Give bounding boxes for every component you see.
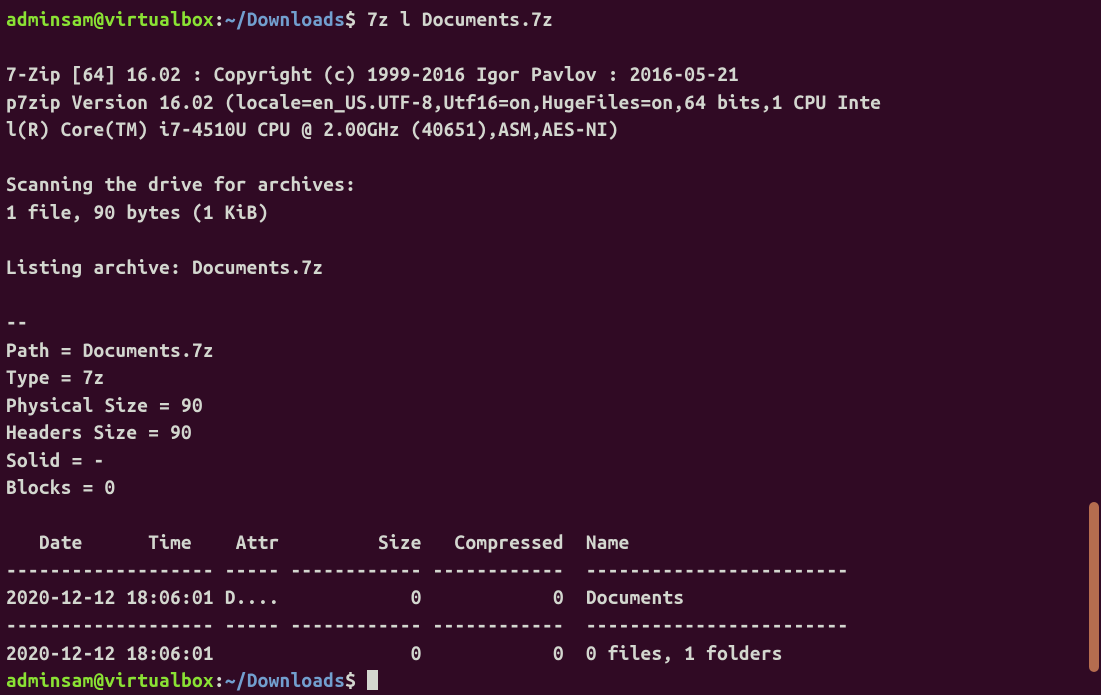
output-line: Scanning the drive for archives: <box>6 173 356 195</box>
scrollbar-thumb[interactable] <box>1089 502 1099 672</box>
output-line: Type = 7z <box>6 366 104 388</box>
output-line: 1 file, 90 bytes (1 KiB) <box>6 201 269 223</box>
output-line: l(R) Core(TM) i7-4510U CPU @ 2.00GHz (40… <box>6 118 619 140</box>
output-line: Listing archive: Documents.7z <box>6 256 323 278</box>
output-line: Physical Size = 90 <box>6 394 203 416</box>
table-row: 2020-12-12 18:06:01 D.... 0 0 Documents <box>6 586 684 608</box>
prompt-user-host: adminsam@virtualbox <box>6 8 214 30</box>
prompt-dollar: $ <box>345 8 367 30</box>
output-line: Headers Size = 90 <box>6 421 192 443</box>
output-line: 7-Zip [64] 16.02 : Copyright (c) 1999-20… <box>6 63 739 85</box>
output-line: Path = Documents.7z <box>6 339 214 361</box>
table-row: 2020-12-12 18:06:01 0 0 0 files, 1 folde… <box>6 642 783 664</box>
command-text: 7z l Documents.7z <box>367 8 553 30</box>
prompt-colon: : <box>214 8 225 30</box>
terminal-output[interactable]: adminsam@virtualbox:~/Downloads$ 7z l Do… <box>6 6 1095 695</box>
prompt-user-host: adminsam@virtualbox <box>6 669 214 691</box>
table-header: Date Time Attr Size Compressed Name <box>6 531 630 553</box>
table-separator: ------------------- ----- ------------ -… <box>6 559 848 581</box>
output-line: Solid = - <box>6 449 104 471</box>
prompt-path: ~/Downloads <box>225 8 345 30</box>
table-separator: ------------------- ----- ------------ -… <box>6 614 848 636</box>
prompt-colon: : <box>214 669 225 691</box>
prompt-path: ~/Downloads <box>225 669 345 691</box>
prompt-dollar: $ <box>345 669 367 691</box>
output-line: p7zip Version 16.02 (locale=en_US.UTF-8,… <box>6 91 881 113</box>
output-line: -- <box>6 311 28 333</box>
cursor-icon <box>367 670 378 690</box>
output-line: Blocks = 0 <box>6 476 115 498</box>
